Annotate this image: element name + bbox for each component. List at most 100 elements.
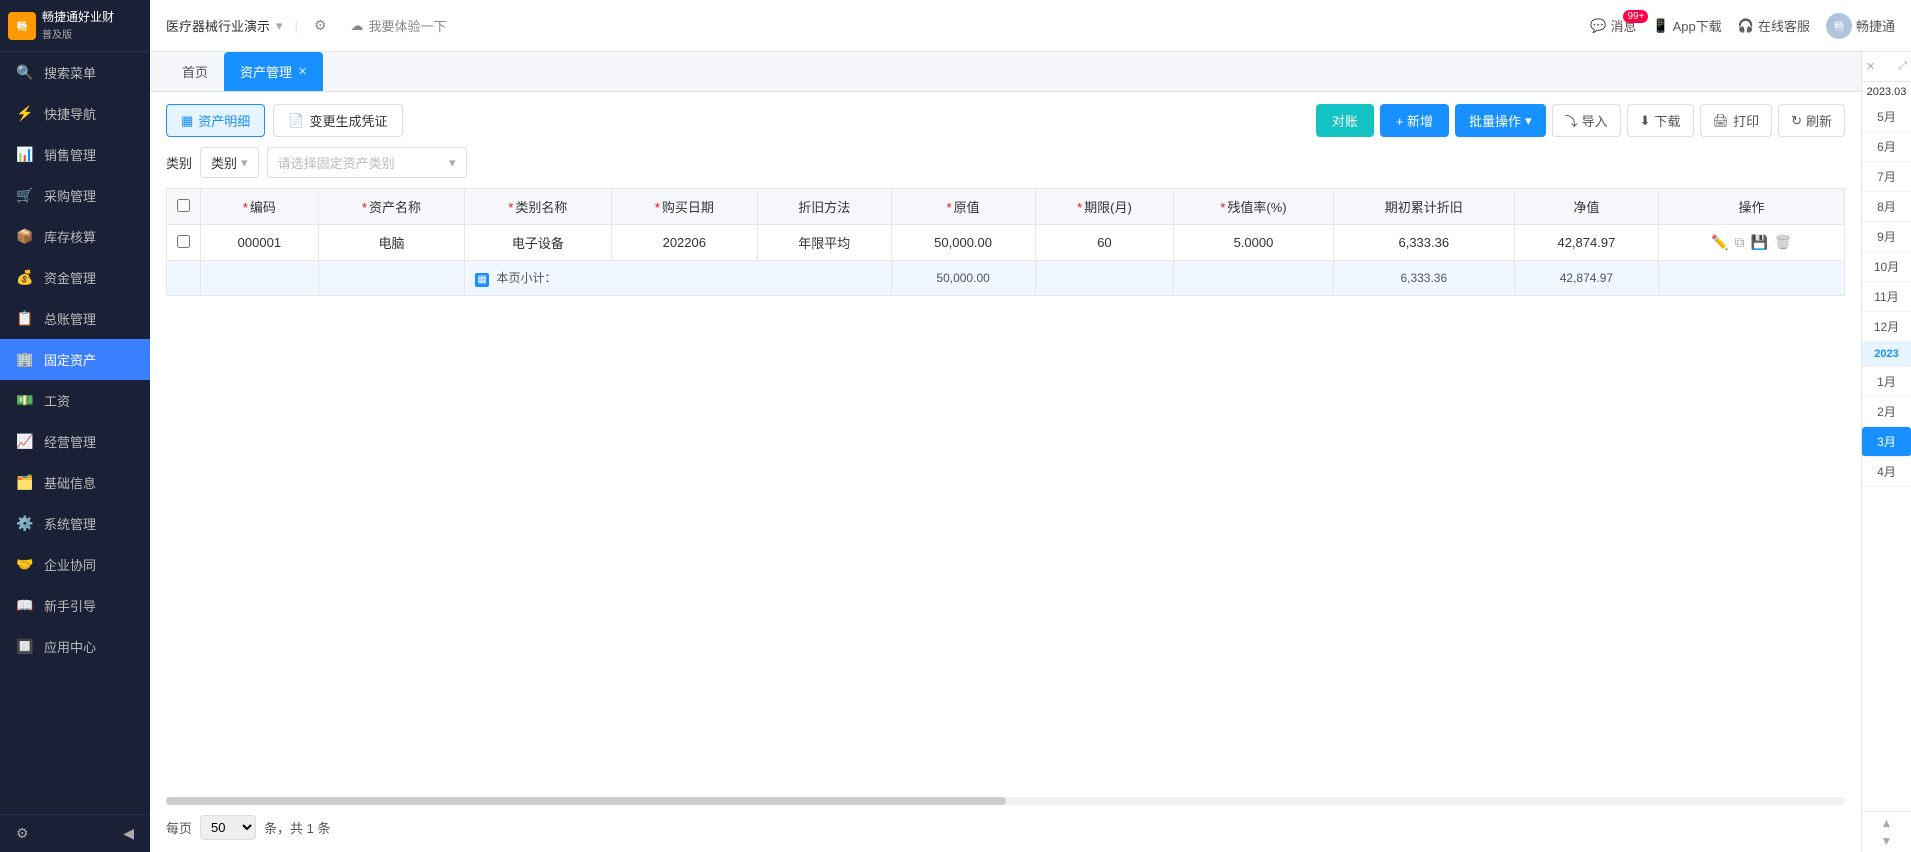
sidebar-item-guide[interactable]: 📖 新手引导 xyxy=(0,585,150,626)
import-btn[interactable]: ⤵ 导入 xyxy=(1552,104,1621,137)
calendar-month[interactable]: 1月 xyxy=(1862,367,1911,397)
change-voucher-tab[interactable]: 📄 变更生成凭证 xyxy=(273,104,402,137)
notification-btn[interactable]: 💬 消息 99+ xyxy=(1590,16,1636,35)
guide-icon: 📖 xyxy=(16,597,34,614)
account-btn[interactable]: 对账 xyxy=(1316,104,1374,137)
select-all-header[interactable] xyxy=(167,189,201,225)
calendar-month[interactable]: 3月 xyxy=(1862,427,1911,457)
company-selector[interactable]: 医疗器械行业演示 ▾ xyxy=(166,16,283,35)
copy-icon-0[interactable]: ⧉ xyxy=(1735,234,1745,251)
cooperation-icon: 🤝 xyxy=(16,556,34,573)
edit-icon-0[interactable]: ✏️ xyxy=(1711,234,1728,251)
cell-original-0: 50,000.00 xyxy=(891,225,1035,261)
calendar-month[interactable]: 9月 xyxy=(1862,222,1911,252)
refresh-icon: ↻ xyxy=(1791,113,1802,129)
calendar-month[interactable]: 11月 xyxy=(1862,282,1911,312)
calendar-month[interactable]: 6月 xyxy=(1862,132,1911,162)
sidebar-label-system: 系统管理 xyxy=(44,514,96,533)
calendar-month[interactable]: 2月 xyxy=(1862,397,1911,427)
sidebar-item-purchase[interactable]: 🛒 采购管理 xyxy=(0,175,150,216)
company-dropdown-icon: ▾ xyxy=(276,18,283,34)
tab-home[interactable]: 首页 xyxy=(166,52,224,91)
asset-table: *编码 *资产名称 *类别名称 *购买日期 折旧方法 *原值 *期限(月) *残… xyxy=(166,188,1845,296)
col-purchase-date: *购买日期 xyxy=(611,189,757,225)
asset-detail-tab[interactable]: ▦ 资产明细 xyxy=(166,104,265,137)
sidebar-item-payroll[interactable]: 💵 工资 xyxy=(0,380,150,421)
sidebar-header: 畅 畅捷通好业财 普及版 xyxy=(0,0,150,52)
calendar-month[interactable]: 12月 xyxy=(1862,312,1911,342)
user-menu[interactable]: 畅 畅捷通 xyxy=(1826,13,1895,39)
calendar-months: 5月6月7月8月9月10月11月12月20231月2月3月4月 xyxy=(1862,102,1911,811)
year-marker: 2023 xyxy=(1862,342,1911,367)
print-btn[interactable]: 🖨 打印 xyxy=(1700,104,1773,137)
scroll-indicator[interactable] xyxy=(166,797,1845,805)
collapse-icon[interactable]: ◀ xyxy=(123,825,134,842)
sidebar-item-sales[interactable]: 📊 销售管理 xyxy=(0,134,150,175)
save-icon-0[interactable]: 💾 xyxy=(1751,234,1768,251)
filter-category-type[interactable]: 类别 ▾ xyxy=(200,147,259,178)
sidebar-item-system[interactable]: ⚙️ 系统管理 xyxy=(0,503,150,544)
ledger-icon: 📋 xyxy=(16,310,34,327)
refresh-btn[interactable]: ↻ 刷新 xyxy=(1778,104,1845,137)
sidebar-item-fixed-assets[interactable]: 🏢 固定资产 xyxy=(0,339,150,380)
sidebar-label-cooperation: 企业协同 xyxy=(44,555,96,574)
batch-btn[interactable]: 批量操作 ▾ xyxy=(1455,104,1546,137)
subtotal-net: 42,874.97 xyxy=(1514,261,1658,296)
sidebar-label-sales: 销售管理 xyxy=(44,145,96,164)
close-panel-icon[interactable]: ✕ xyxy=(1866,60,1875,73)
notification-icon: 💬 xyxy=(1590,18,1606,34)
row-checkbox-0[interactable] xyxy=(177,235,190,248)
sidebar-label-payroll: 工资 xyxy=(44,391,70,410)
company-name: 医疗器械行业演示 xyxy=(166,16,270,35)
tab-asset-management[interactable]: 资产管理 ✕ xyxy=(224,52,323,91)
calendar-month[interactable]: 8月 xyxy=(1862,192,1911,222)
toolbar-actions: 对账 + 新增 批量操作 ▾ ⤵ 导入 ⬇ 下载 xyxy=(1316,104,1845,137)
service-btn[interactable]: 🎧 在线客服 xyxy=(1738,16,1810,35)
sidebar-item-finance[interactable]: 💰 资金管理 xyxy=(0,257,150,298)
sidebar-item-inventory[interactable]: 📦 库存核算 xyxy=(0,216,150,257)
right-panel: ✕ ⤢ 2023.03 5月6月7月8月9月10月11月12月20231月2月3… xyxy=(1861,52,1911,852)
sidebar-item-basic-info[interactable]: 🗂️ 基础信息 xyxy=(0,462,150,503)
cell-depreciation-0: 年限平均 xyxy=(758,225,892,261)
search-icon: 🔍 xyxy=(16,64,34,81)
app-center-icon: 🔲 xyxy=(16,638,34,655)
experience-link[interactable]: ☁ 我要体验一下 xyxy=(351,16,447,35)
new-btn[interactable]: + 新增 xyxy=(1380,104,1449,137)
download-icon: 📱 xyxy=(1652,18,1668,34)
tab-close-icon[interactable]: ✕ xyxy=(298,65,307,78)
page-size-select[interactable]: 102050100 xyxy=(200,815,256,840)
filter-type-arrow: ▾ xyxy=(241,155,248,171)
filter-arrow-icon: ▾ xyxy=(449,155,456,171)
panel-down-arrow[interactable]: ▼ xyxy=(1881,834,1893,848)
operations-icon: 📈 xyxy=(16,433,34,450)
sidebar-item-search[interactable]: 🔍 搜索菜单 xyxy=(0,52,150,93)
settings-icon[interactable]: ⚙ xyxy=(16,825,29,842)
headset-icon: 🎧 xyxy=(1738,18,1754,34)
gear-icon[interactable]: ⚙ xyxy=(314,17,327,34)
select-all-checkbox[interactable] xyxy=(177,199,190,212)
calendar-month[interactable]: 4月 xyxy=(1862,457,1911,487)
delete-icon-0[interactable]: 🗑 xyxy=(1774,234,1792,251)
payroll-icon: 💵 xyxy=(16,392,34,409)
cell-actions-0: ✏️ ⧉ 💾 🗑 xyxy=(1659,225,1845,261)
calendar-month[interactable]: 10月 xyxy=(1862,252,1911,282)
sidebar-item-cooperation[interactable]: 🤝 企业协同 xyxy=(0,544,150,585)
calendar-month[interactable]: 5月 xyxy=(1862,102,1911,132)
download-btn2[interactable]: ⬇ 下载 xyxy=(1627,104,1694,137)
subtotal-accumulated: 6,333.36 xyxy=(1333,261,1514,296)
sidebar-item-quick-nav[interactable]: ⚡ 快捷导航 xyxy=(0,93,150,134)
filter-category-select[interactable]: 请选择固定资产类别 ▾ xyxy=(267,147,467,178)
notification-badge: 99+ xyxy=(1623,10,1648,23)
quick-nav-icon: ⚡ xyxy=(16,105,34,122)
cell-code-0: 000001 xyxy=(201,225,319,261)
calendar-month[interactable]: 7月 xyxy=(1862,162,1911,192)
sidebar-item-operations[interactable]: 📈 经营管理 xyxy=(0,421,150,462)
sidebar-item-ledger[interactable]: 📋 总账管理 xyxy=(0,298,150,339)
expand-panel-icon[interactable]: ⤢ xyxy=(1898,60,1907,73)
filter-placeholder: 请选择固定资产类别 xyxy=(278,153,395,172)
col-period: *期限(月) xyxy=(1035,189,1173,225)
sidebar-item-app-center[interactable]: 🔲 应用中心 xyxy=(0,626,150,667)
sidebar-label-operations: 经营管理 xyxy=(44,432,96,451)
panel-up-arrow[interactable]: ▲ xyxy=(1881,816,1893,830)
download-btn[interactable]: 📱 App下载 xyxy=(1652,16,1721,35)
